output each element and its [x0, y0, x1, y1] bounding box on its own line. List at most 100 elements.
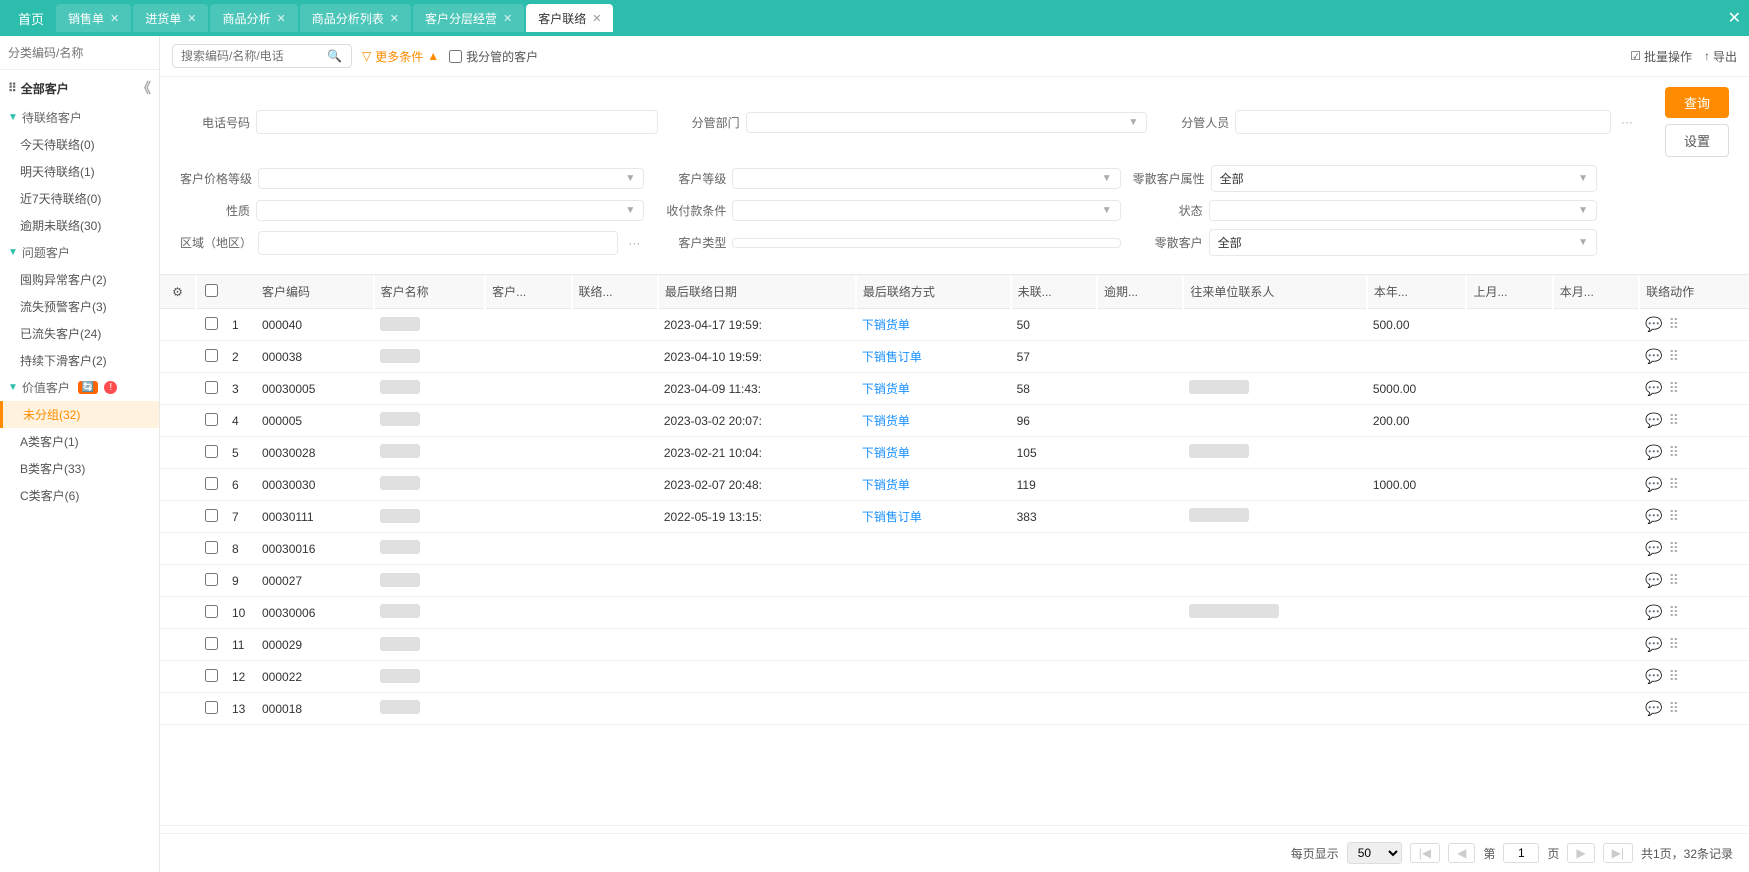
sidebar-item-overdue[interactable]: 逾期未联络(30) [0, 212, 159, 239]
message-icon[interactable]: 💬 [1645, 508, 1662, 525]
grid-action-icon[interactable]: ⠿ [1669, 540, 1679, 557]
row-checkbox[interactable] [205, 381, 218, 394]
row-checkbox[interactable] [205, 637, 218, 650]
sidebar-item-c-class[interactable]: C类客户(6) [0, 482, 159, 509]
tab-product-analysis-close[interactable]: ✕ [277, 12, 286, 25]
contact-method-link[interactable]: 下销货单 [862, 478, 910, 492]
row-checkbox-cell[interactable] [196, 469, 226, 501]
sidebar-item-b-class[interactable]: B类客户(33) [0, 455, 159, 482]
message-icon[interactable]: 💬 [1645, 476, 1662, 493]
horizontal-scrollbar[interactable] [160, 825, 1749, 833]
row-checkbox[interactable] [205, 605, 218, 618]
bulk-operation-btn[interactable]: ☑ 批量操作 [1630, 48, 1692, 65]
th-checkbox[interactable] [196, 275, 226, 309]
export-btn[interactable]: ↑ 导出 [1704, 48, 1737, 65]
grid-action-icon[interactable]: ⠿ [1669, 700, 1679, 717]
phone-input[interactable] [256, 110, 658, 134]
row-checkbox[interactable] [205, 701, 218, 714]
page-input[interactable] [1503, 843, 1539, 863]
tab-purchase-close[interactable]: ✕ [187, 12, 196, 25]
sidebar-item-churned[interactable]: 已流失客户(24) [0, 320, 159, 347]
search-icon[interactable]: 🔍 [327, 49, 342, 63]
contact-method-link[interactable]: 下销货单 [862, 446, 910, 460]
th-settings[interactable]: ⚙ [160, 275, 196, 309]
my-customers-checkbox[interactable] [449, 50, 462, 63]
tab-home[interactable]: 首页 [8, 9, 54, 28]
message-icon[interactable]: 💬 [1645, 540, 1662, 557]
row-checkbox[interactable] [205, 541, 218, 554]
row-checkbox-cell[interactable] [196, 501, 226, 533]
my-customers-checkbox-label[interactable]: 我分管的客户 [449, 48, 538, 65]
grid-action-icon[interactable]: ⠿ [1669, 572, 1679, 589]
grid-action-icon[interactable]: ⠿ [1669, 348, 1679, 365]
person-more-icon[interactable]: ··· [1617, 115, 1637, 129]
th-no-contact[interactable]: 未联... [1011, 275, 1097, 309]
tab-sales-close[interactable]: ✕ [110, 12, 119, 25]
sidebar-item-ungrouped[interactable]: 未分组(32) [0, 401, 159, 428]
message-icon[interactable]: 💬 [1645, 316, 1662, 333]
tab-customer-contact[interactable]: 客户联络 ✕ [526, 4, 613, 32]
tab-product-analysis-list[interactable]: 商品分析列表 ✕ [300, 4, 411, 32]
sidebar-collapse-icon[interactable]: 《 [137, 78, 151, 98]
row-checkbox[interactable] [205, 509, 218, 522]
tab-product-analysis[interactable]: 商品分析 ✕ [210, 4, 297, 32]
region-input[interactable] [258, 231, 618, 255]
close-all-icon[interactable]: ✕ [1728, 8, 1741, 28]
sidebar-item-today[interactable]: 今天待联络(0) [0, 131, 159, 158]
sidebar-section-pending[interactable]: ▼ 待联络客户 [0, 104, 159, 131]
per-page-select[interactable]: 50 100 200 [1347, 842, 1402, 864]
status-select[interactable]: ▼ [1209, 200, 1597, 221]
message-icon[interactable]: 💬 [1645, 412, 1662, 429]
grid-action-icon[interactable]: ⠿ [1669, 316, 1679, 333]
row-checkbox-cell[interactable] [196, 661, 226, 693]
contact-method-link[interactable]: 下销货单 [862, 414, 910, 428]
grid-action-icon[interactable]: ⠿ [1669, 476, 1679, 493]
customer-type-select[interactable] [732, 238, 1120, 248]
th-code[interactable]: 客户编码 [256, 275, 374, 309]
row-checkbox-cell[interactable] [196, 597, 226, 629]
more-conditions-btn[interactable]: ▽ 更多条件 ▲ [362, 48, 439, 65]
reset-button[interactable]: 设置 [1665, 124, 1729, 157]
sidebar-section-problem[interactable]: ▼ 问题客户 [0, 239, 159, 266]
retail-attr-select[interactable]: 全部 ▼ [1211, 165, 1597, 192]
row-checkbox-cell[interactable] [196, 405, 226, 437]
row-checkbox[interactable] [205, 669, 218, 682]
th-this-year[interactable]: 本年... [1367, 275, 1467, 309]
person-input[interactable] [1235, 110, 1611, 134]
grid-action-icon[interactable]: ⠿ [1669, 412, 1679, 429]
sidebar-item-hoarding[interactable]: 囤购异常客户(2) [0, 266, 159, 293]
th-unit-contact[interactable]: 往来单位联系人 [1183, 275, 1366, 309]
row-checkbox[interactable] [205, 349, 218, 362]
sidebar-search-input[interactable] [8, 46, 160, 60]
sidebar-item-churn-warning[interactable]: 流失预警客户(3) [0, 293, 159, 320]
th-name[interactable]: 客户名称 [374, 275, 486, 309]
message-icon[interactable]: 💬 [1645, 668, 1662, 685]
settings-icon[interactable]: ⚙ [172, 285, 183, 299]
retail-customer-select[interactable]: 全部 ▼ [1209, 229, 1597, 256]
message-icon[interactable]: 💬 [1645, 700, 1662, 717]
query-button[interactable]: 查询 [1665, 87, 1729, 118]
row-checkbox[interactable] [205, 573, 218, 586]
contact-method-link[interactable]: 下销货单 [862, 382, 910, 396]
region-more-icon[interactable]: ··· [624, 236, 644, 250]
sidebar-all-customers[interactable]: ⠿ 全部客户 《 [0, 70, 159, 104]
contact-method-link[interactable]: 下销货单 [862, 318, 910, 332]
gender-select[interactable]: ▼ [256, 200, 644, 221]
row-checkbox-cell[interactable] [196, 533, 226, 565]
sidebar-item-tomorrow[interactable]: 明天待联络(1) [0, 158, 159, 185]
row-checkbox[interactable] [205, 445, 218, 458]
price-level-select[interactable]: ▼ [258, 168, 644, 189]
th-contact[interactable]: 联络... [572, 275, 658, 309]
tab-customer-contact-close[interactable]: ✕ [592, 12, 601, 25]
grid-action-icon[interactable]: ⠿ [1669, 636, 1679, 653]
last-page-btn[interactable]: ▶| [1603, 843, 1633, 863]
message-icon[interactable]: 💬 [1645, 636, 1662, 653]
tab-purchase[interactable]: 进货单 ✕ [133, 4, 208, 32]
prev-page-btn[interactable]: ◀ [1448, 843, 1475, 863]
row-checkbox-cell[interactable] [196, 693, 226, 725]
tab-customer-segment-close[interactable]: ✕ [503, 12, 512, 25]
message-icon[interactable]: 💬 [1645, 604, 1662, 621]
tab-product-analysis-list-close[interactable]: ✕ [390, 12, 399, 25]
row-checkbox-cell[interactable] [196, 373, 226, 405]
contact-method-link[interactable]: 下销售订单 [862, 510, 922, 524]
